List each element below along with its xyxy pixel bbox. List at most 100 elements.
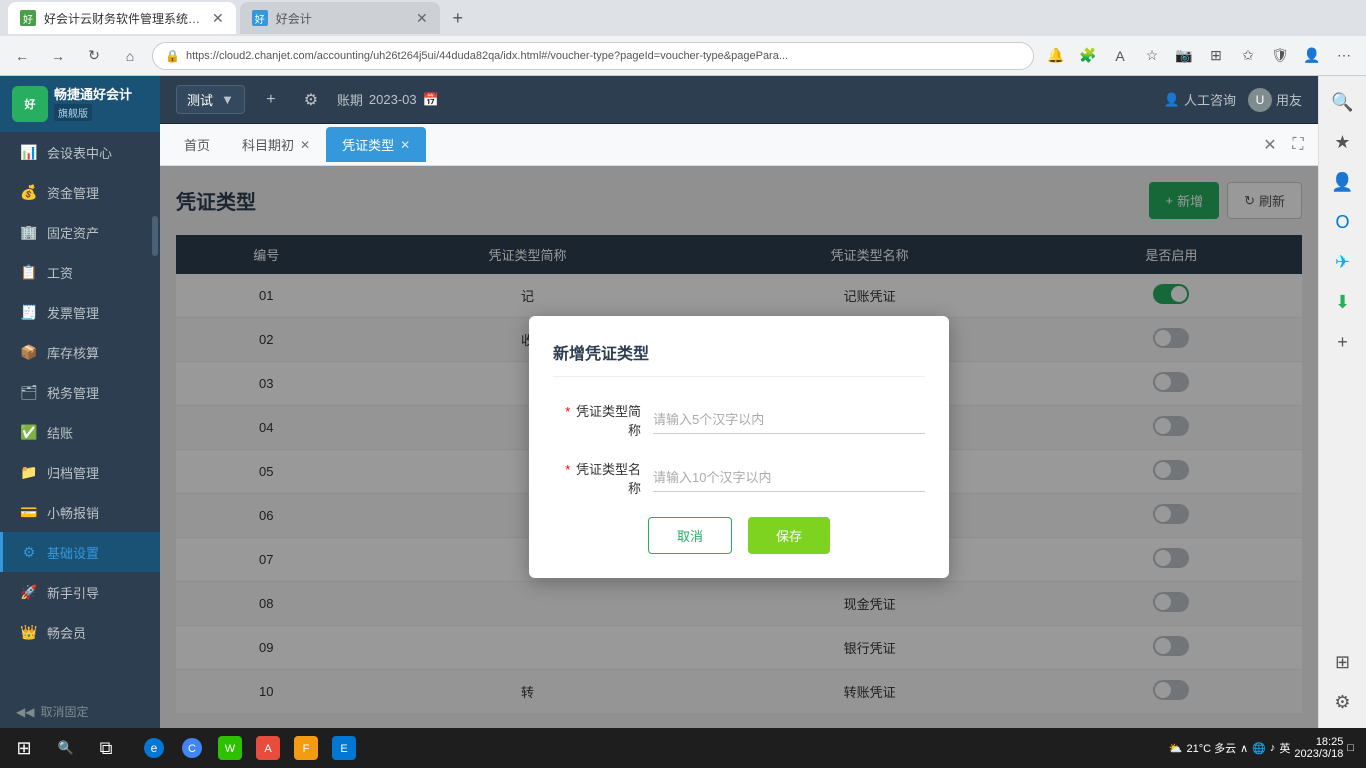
add-company-button[interactable]: + xyxy=(257,86,285,114)
logo-edition: 旗舰版 xyxy=(54,104,92,121)
user-profile-icon[interactable]: 👤 xyxy=(1298,42,1326,70)
refresh-button[interactable]: ↻ xyxy=(80,42,108,70)
taskbar-app-chrome[interactable]: C xyxy=(174,730,210,766)
taskbar-app-files[interactable]: F xyxy=(288,730,324,766)
tab-home[interactable]: 首页 xyxy=(168,127,226,162)
taskbar-app-edge2[interactable]: E xyxy=(326,730,362,766)
new-tab-button[interactable]: + xyxy=(444,4,472,32)
browser-shield-icon[interactable]: 🛡 xyxy=(1266,42,1294,70)
short-name-input[interactable] xyxy=(653,406,925,434)
tab-close-1[interactable]: ✕ xyxy=(212,10,224,27)
right-download-icon[interactable]: ⬇ xyxy=(1325,284,1361,320)
cancel-button[interactable]: 取消 xyxy=(648,517,732,554)
extension-icon[interactable]: 🧩 xyxy=(1074,42,1102,70)
consult-label: 人工咨询 xyxy=(1184,90,1236,109)
taskbar-clock[interactable]: 18:25 2023/3/18 xyxy=(1294,736,1343,760)
right-star-icon[interactable]: ★ xyxy=(1325,124,1361,160)
sidebar-unpin[interactable]: ◀◀ 取消固定 xyxy=(0,695,160,728)
dashboard-icon: 📊 xyxy=(19,142,39,162)
sidebar-item-dashboard[interactable]: 📊 会设表中心 xyxy=(0,132,160,172)
tab-subject-close[interactable]: ✕ xyxy=(300,138,310,152)
sidebar-item-label-tax: 税务管理 xyxy=(47,383,99,402)
sidebar-item-tax[interactable]: 🗂 税务管理 xyxy=(0,372,160,412)
sidebar-item-invoice[interactable]: 🧾 发票管理 xyxy=(0,292,160,332)
forward-button[interactable]: → xyxy=(44,42,72,70)
sidebar-item-expense[interactable]: 💳 小畅报销 xyxy=(0,492,160,532)
save-button[interactable]: 保存 xyxy=(748,517,830,554)
svg-text:A: A xyxy=(264,743,272,755)
modal-overlay: 新增凭证类型 * 凭证类型简称 * 凭证类型名称 xyxy=(160,166,1318,728)
sidebar-item-label-archive: 归档管理 xyxy=(47,463,99,482)
browser-tab-2[interactable]: 好 好会计 ✕ xyxy=(240,2,440,34)
scroll-indicator xyxy=(152,216,158,256)
taskbar-start-button[interactable]: ⊞ xyxy=(4,728,44,768)
company-selector[interactable]: 测试 ▼ xyxy=(176,85,245,114)
expense-icon: 💳 xyxy=(19,502,39,522)
unpin-label: 取消固定 xyxy=(40,703,88,720)
address-bar-icons: 🔔 🧩 A ☆ 📷 ⊞ ✩ 🛡 👤 ⋯ xyxy=(1042,42,1358,70)
right-outlook-icon[interactable]: O xyxy=(1325,204,1361,240)
security-icon: 🔒 xyxy=(165,49,180,63)
logo-icon: 好 xyxy=(12,86,48,122)
right-send-icon[interactable]: ✈ xyxy=(1325,244,1361,280)
browser-view-icon[interactable]: ⊞ xyxy=(1202,42,1230,70)
taskbar-notification-icon[interactable]: □ xyxy=(1347,742,1354,754)
sidebar-item-label-member: 畅会员 xyxy=(47,623,86,642)
sidebar-item-settings[interactable]: ⚙ 基础设置 xyxy=(0,532,160,572)
sidebar-item-assets[interactable]: 🏢 固定资产 xyxy=(0,212,160,252)
sidebar-item-salary[interactable]: 📋 工资 xyxy=(0,252,160,292)
finance-icon: 💰 xyxy=(19,182,39,202)
member-icon: 👑 xyxy=(19,622,39,642)
sidebar-item-inventory[interactable]: 📦 库存核算 xyxy=(0,332,160,372)
sidebar-item-member[interactable]: 👑 畅会员 xyxy=(0,612,160,652)
toolbar-settings-icon[interactable]: ⚙ xyxy=(297,86,325,114)
browser-tab-active[interactable]: 好 好会计云财务软件管理系统_会计 ✕ xyxy=(8,2,236,34)
salary-icon: 📋 xyxy=(19,262,39,282)
notification-icon[interactable]: 🔔 xyxy=(1042,42,1070,70)
consult-button[interactable]: 👤 人工咨询 xyxy=(1164,90,1236,109)
user-button[interactable]: U 用友 xyxy=(1248,88,1302,112)
translate-icon[interactable]: A xyxy=(1106,42,1134,70)
taskbar-app-wechat[interactable]: W xyxy=(212,730,248,766)
tab-close-2[interactable]: ✕ xyxy=(416,10,428,27)
browser-menu-icon[interactable]: ⋯ xyxy=(1330,42,1358,70)
sidebar-item-settle[interactable]: ✅ 结账 xyxy=(0,412,160,452)
taskbar-search-button[interactable]: 🔍 xyxy=(48,730,84,766)
sidebar-item-guide[interactable]: 🚀 新手引导 xyxy=(0,572,160,612)
tab-maximize-icon[interactable]: ⛶ xyxy=(1286,133,1310,157)
tab-subject[interactable]: 科目期初 ✕ xyxy=(226,127,326,162)
tax-icon: 🗂 xyxy=(19,382,39,402)
tab-minimize-icon[interactable]: ✕ xyxy=(1258,133,1282,157)
right-search-icon[interactable]: 🔍 xyxy=(1325,84,1361,120)
right-grid-icon[interactable]: ⊞ xyxy=(1325,644,1361,680)
sidebar-item-archive[interactable]: 📁 归档管理 xyxy=(0,452,160,492)
url-bar[interactable]: 🔒 https://cloud2.chanjet.com/accounting/… xyxy=(152,42,1034,70)
back-button[interactable]: ← xyxy=(8,42,36,70)
screenshot-icon[interactable]: 📷 xyxy=(1170,42,1198,70)
full-name-input[interactable] xyxy=(653,464,925,492)
tab-voucher-close[interactable]: ✕ xyxy=(400,138,410,152)
app-container: 好 畅捷通好会计 旗舰版 📊 会设表中心 💰 资金管理 🏢 固定资产 📋 工 xyxy=(0,76,1366,728)
svg-text:C: C xyxy=(188,743,196,755)
tray-up-icon[interactable]: ∧ xyxy=(1240,742,1248,755)
sidebar-item-label-settings: 基础设置 xyxy=(47,543,99,562)
taskbar-app-store[interactable]: A xyxy=(250,730,286,766)
taskbar-app-edge[interactable]: e xyxy=(136,730,172,766)
tray-sound-icon[interactable]: ♪ xyxy=(1270,742,1276,754)
right-add-icon[interactable]: + xyxy=(1325,324,1361,360)
tray-network-icon[interactable]: 🌐 xyxy=(1252,742,1266,755)
company-name: 测试 xyxy=(187,90,213,109)
home-button[interactable]: ⌂ xyxy=(116,42,144,70)
right-settings-icon[interactable]: ⚙ xyxy=(1325,684,1361,720)
assets-icon: 🏢 xyxy=(19,222,39,242)
tab-favicon-2: 好 xyxy=(252,10,268,26)
taskbar-task-view[interactable]: ⧉ xyxy=(88,730,124,766)
sidebar-item-finance[interactable]: 💰 资金管理 xyxy=(0,172,160,212)
toolbar-right: 👤 人工咨询 U 用友 xyxy=(1164,88,1302,112)
sidebar-item-label-guide: 新手引导 xyxy=(47,583,99,602)
tab-voucher[interactable]: 凭证类型 ✕ xyxy=(326,127,426,162)
tab-subject-label: 科目期初 xyxy=(242,135,294,154)
favorites-icon[interactable]: ☆ xyxy=(1138,42,1166,70)
browser-fav-icon[interactable]: ✩ xyxy=(1234,42,1262,70)
right-user-icon[interactable]: 👤 xyxy=(1325,164,1361,200)
